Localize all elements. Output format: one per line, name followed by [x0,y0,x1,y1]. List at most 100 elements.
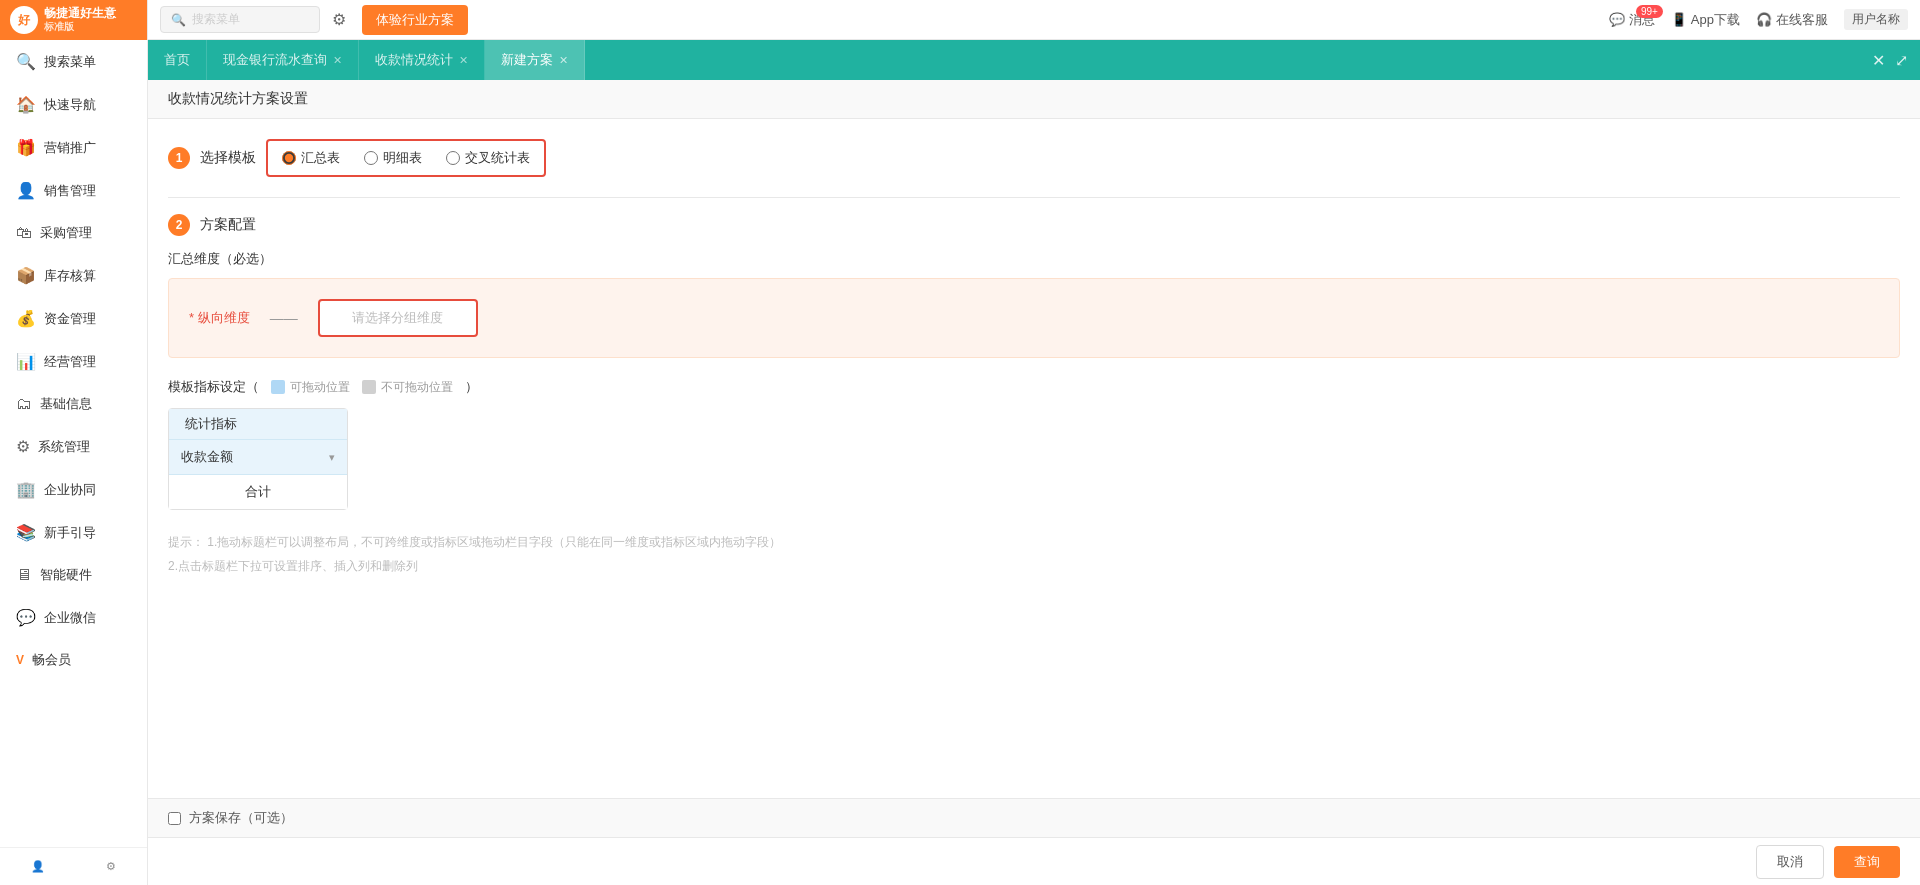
sidebar-item-ops[interactable]: 📊 经营管理 [0,340,147,383]
tab-home[interactable]: 首页 [148,40,207,80]
ops-icon: 📊 [16,352,36,371]
tab-collect-stats-label: 收款情况统计 [375,51,453,69]
online-service[interactable]: 🎧 在线客服 [1756,11,1828,29]
person-icon: 👤 [31,860,45,873]
sidebar-item-marketing[interactable]: 🎁 营销推广 [0,126,147,169]
sidebar-item-label: 快速导航 [44,96,96,114]
tabbar: 首页 现金银行流水查询 ✕ 收款情况统计 ✕ 新建方案 ✕ ✕ ⤢ [148,40,1920,80]
sidebar-item-purchase[interactable]: 🛍 采购管理 [0,212,147,254]
corp-icon: 🏢 [16,480,36,499]
tab-new-plan-close[interactable]: ✕ [559,54,568,67]
dimension-row-label: * 纵向维度 [189,309,250,327]
app-download[interactable]: 📱 App下载 [1671,11,1740,29]
tab-close-all-icon[interactable]: ✕ [1872,51,1885,70]
step1-title: 选择模板 [200,149,256,167]
template-options: 汇总表 明细表 交叉统计表 [266,139,546,177]
sidebar-item-corp[interactable]: 🏢 企业协同 [0,468,147,511]
step-divider [168,197,1900,198]
tab-new-plan[interactable]: 新建方案 ✕ [485,40,585,80]
dimension-area: * 纵向维度 —— 请选择分组维度 [168,278,1900,358]
system-icon: ⚙ [16,437,30,456]
sidebar-item-label: 营销推广 [44,139,96,157]
tabbar-controls: ✕ ⤢ [1860,51,1920,70]
page-title-bar: 收款情况统计方案设置 [148,80,1920,119]
search-icon: 🔍 [171,13,186,27]
template-option-summary[interactable]: 汇总表 [282,149,340,167]
sidebar-bottom-btn1[interactable]: 👤 [27,856,49,877]
dimension-select-box[interactable]: 请选择分组维度 [318,299,478,337]
tab-bank-flow-close[interactable]: ✕ [333,54,342,67]
service-label: 在线客服 [1776,11,1828,29]
sidebar-item-newbie[interactable]: 📚 新手引导 [0,511,147,554]
indicator-settings-header: 模板指标设定（ 可拖动位置 不可拖动位置 ） [168,378,1900,396]
hardware-icon: 🖥 [16,566,32,584]
sidebar-item-system[interactable]: ⚙ 系统管理 [0,425,147,468]
trial-button[interactable]: 体验行业方案 [362,5,468,35]
query-button[interactable]: 查询 [1834,846,1900,878]
finance-icon: 💰 [16,309,36,328]
stats-cell-dropdown-icon[interactable]: ▾ [329,451,335,464]
tab-collect-stats[interactable]: 收款情况统计 ✕ [359,40,485,80]
legend-drag: 可拖动位置 [271,379,350,396]
sidebar-logo: 好 畅捷通好生意 标准版 [0,0,147,40]
quick-nav-icon: 🏠 [16,95,36,114]
stats-table-header: 统计指标 [169,409,347,440]
download-label: App下载 [1691,11,1740,29]
member-icon: V [16,653,24,667]
template-option-cross[interactable]: 交叉统计表 [446,149,530,167]
save-label[interactable]: 方案保存（可选） [189,809,293,827]
topbar-search[interactable]: 🔍 搜索菜单 [160,6,320,33]
tips-line2: 2.点击标题栏下拉可设置排序、插入列和删除列 [168,554,1900,578]
sidebar-item-finance[interactable]: 💰 资金管理 [0,297,147,340]
dimension-title: 汇总维度（必选） [168,250,1900,268]
template-radio-cross[interactable] [446,151,460,165]
topbar-gear-icon[interactable]: ⚙ [332,10,346,29]
indicator-title-end: ） [465,378,478,396]
username-display: 用户名称 [1844,9,1908,30]
marketing-icon: 🎁 [16,138,36,157]
sidebar-item-hardware[interactable]: 🖥 智能硬件 [0,554,147,596]
template-label-detail: 明细表 [383,149,422,167]
page-footer: 方案保存（可选） [148,798,1920,837]
cancel-button[interactable]: 取消 [1756,845,1824,879]
tab-new-plan-label: 新建方案 [501,51,553,69]
sidebar-bottom: 👤 ⚙ [0,847,147,885]
topbar-right: 💬 消息 99+ 📱 App下载 🎧 在线客服 用户名称 [1609,9,1908,30]
logo-icon: 好 [10,6,38,34]
template-option-detail[interactable]: 明细表 [364,149,422,167]
sidebar-item-label: 基础信息 [40,395,92,413]
tab-home-label: 首页 [164,51,190,69]
page-title: 收款情况统计方案设置 [168,90,308,106]
page-container: 收款情况统计方案设置 1 选择模板 汇总表 [148,80,1920,837]
message-badge[interactable]: 💬 消息 99+ [1609,11,1655,29]
sidebar-item-search-menu[interactable]: 🔍 搜索菜单 [0,40,147,83]
sidebar-item-label: 新手引导 [44,524,96,542]
template-radio-detail[interactable] [364,151,378,165]
sidebar-item-label: 畅会员 [32,651,71,669]
sidebar-item-wechat[interactable]: 💬 企业微信 [0,596,147,639]
indicator-title: 模板指标设定（ [168,378,259,396]
sidebar-item-label: 库存核算 [44,267,96,285]
tab-bank-flow[interactable]: 现金银行流水查询 ✕ [207,40,359,80]
settings-icon: ⚙ [106,860,116,873]
save-checkbox[interactable] [168,812,181,825]
template-radio-summary[interactable] [282,151,296,165]
wechat-icon: 💬 [16,608,36,627]
sidebar-bottom-btn2[interactable]: ⚙ [102,856,120,877]
dimension-arrow: —— [270,310,298,326]
step2-section: 2 方案配置 汇总维度（必选） * 纵向维度 —— 请选择分组维度 [168,214,1900,578]
inventory-icon: 📦 [16,266,36,285]
sidebar-item-inventory[interactable]: 📦 库存核算 [0,254,147,297]
sidebar-item-label: 企业协同 [44,481,96,499]
sidebar-item-label: 企业微信 [44,609,96,627]
legend-drag-label: 可拖动位置 [290,379,350,396]
sidebar-item-member[interactable]: V 畅会员 [0,639,147,681]
tab-expand-icon[interactable]: ⤢ [1895,51,1908,70]
sidebar-item-sales[interactable]: 👤 销售管理 [0,169,147,212]
tab-collect-stats-close[interactable]: ✕ [459,54,468,67]
config-section: 汇总维度（必选） * 纵向维度 —— 请选择分组维度 模板指标设定（ [168,250,1900,578]
sidebar-item-base[interactable]: 🗂 基础信息 [0,383,147,425]
search-menu-icon: 🔍 [16,52,36,71]
purchase-icon: 🛍 [16,224,32,242]
sidebar-item-quick-nav[interactable]: 🏠 快速导航 [0,83,147,126]
